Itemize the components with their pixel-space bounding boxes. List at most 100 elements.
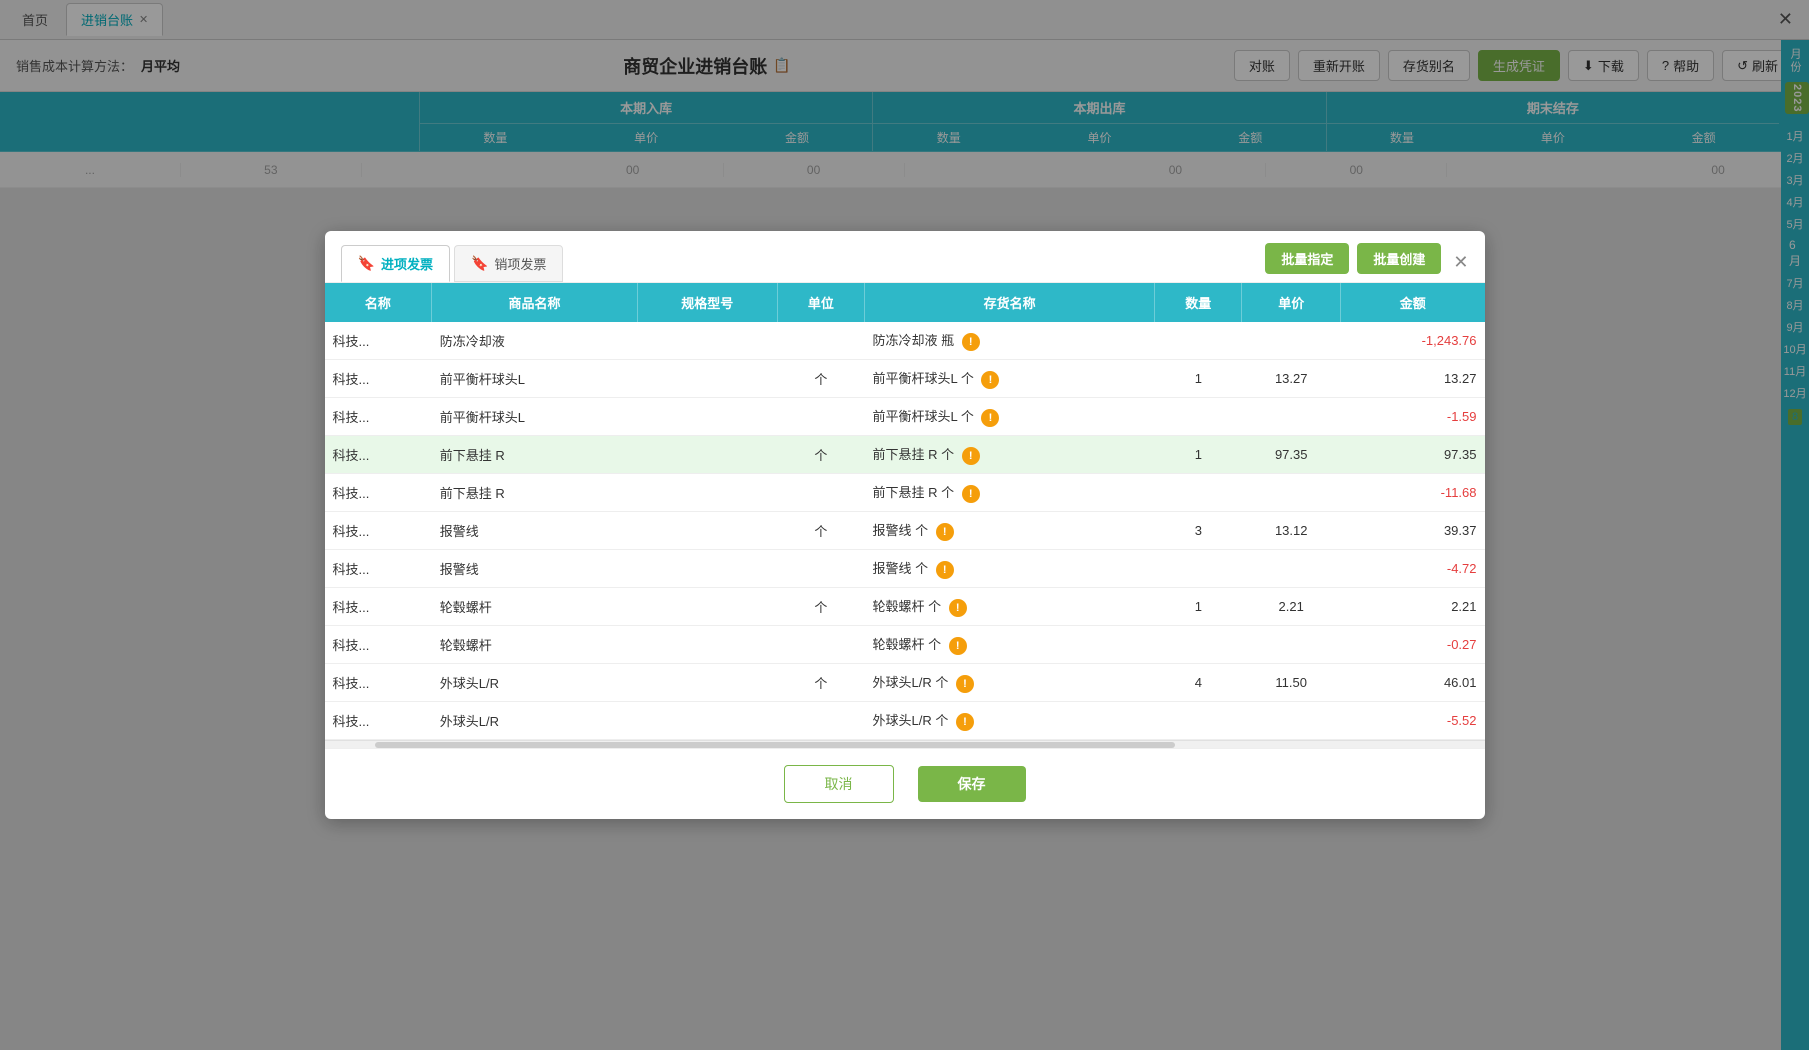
invoice-table: 名称 商品名称 规格型号 单位 存货名称 数量 单价 金额 科技... 防冻冷却…	[325, 283, 1485, 740]
col-header-product: 商品名称	[432, 283, 637, 322]
modal-header-actions: 批量指定 批量创建	[1265, 243, 1441, 282]
cell-unit-10	[777, 702, 864, 740]
cell-inventory-10: 外球头L/R 个 !	[865, 702, 1155, 740]
scrollbar-thumb[interactable]	[375, 742, 1175, 748]
cell-name-6: 科技...	[325, 550, 432, 588]
warning-icon: !	[962, 447, 980, 465]
cell-inventory-5: 报警线 个 !	[865, 512, 1155, 550]
cell-name-10: 科技...	[325, 702, 432, 740]
cell-product-4: 前下悬挂 R	[432, 474, 637, 512]
cell-inventory-2: 前平衡杆球头L 个 !	[865, 398, 1155, 436]
batch-create-button[interactable]: 批量创建	[1357, 243, 1441, 274]
col-header-unit: 单位	[777, 283, 864, 322]
warning-icon: !	[949, 599, 967, 617]
cell-price-7: 2.21	[1242, 588, 1341, 626]
col-header-amount: 金额	[1340, 283, 1484, 322]
warning-icon: !	[981, 409, 999, 427]
cell-inventory-9: 外球头L/R 个 !	[865, 664, 1155, 702]
warning-icon: !	[962, 485, 980, 503]
table-row: 科技... 轮毂螺杆 轮毂螺杆 个 ! -0.27	[325, 626, 1485, 664]
cell-inventory-7: 轮毂螺杆 个 !	[865, 588, 1155, 626]
cell-product-10: 外球头L/R	[432, 702, 637, 740]
cell-unit-1: 个	[777, 360, 864, 398]
cell-amount-9: 46.01	[1340, 664, 1484, 702]
cell-unit-2	[777, 398, 864, 436]
cell-price-1: 13.27	[1242, 360, 1341, 398]
cell-qty-3: 1	[1155, 436, 1242, 474]
cell-price-8	[1242, 626, 1341, 664]
cell-product-7: 轮毂螺杆	[432, 588, 637, 626]
horizontal-scrollbar[interactable]	[325, 740, 1485, 748]
cell-spec-10	[637, 702, 777, 740]
cell-price-9: 11.50	[1242, 664, 1341, 702]
cell-unit-7: 个	[777, 588, 864, 626]
warning-icon: !	[956, 675, 974, 693]
warning-icon: !	[949, 637, 967, 655]
table-row: 科技... 轮毂螺杆 个 轮毂螺杆 个 ! 1 2.21 2.21	[325, 588, 1485, 626]
cell-product-5: 报警线	[432, 512, 637, 550]
modal-dialog: 🔖 进项发票 🔖 销项发票 批量指定 批量创建 ✕	[325, 231, 1485, 819]
cell-spec-7	[637, 588, 777, 626]
cell-inventory-1: 前平衡杆球头L 个 !	[865, 360, 1155, 398]
cell-qty-8	[1155, 626, 1242, 664]
cell-price-3: 97.35	[1242, 436, 1341, 474]
cell-inventory-0: 防冻冷却液 瓶 !	[865, 322, 1155, 360]
cell-name-3: 科技...	[325, 436, 432, 474]
modal-close-button[interactable]: ✕	[1453, 252, 1468, 273]
cell-name-7: 科技...	[325, 588, 432, 626]
cell-name-0: 科技...	[325, 322, 432, 360]
cell-name-5: 科技...	[325, 512, 432, 550]
cancel-button[interactable]: 取消	[784, 765, 894, 803]
modal-overlay: 🔖 进项发票 🔖 销项发票 批量指定 批量创建 ✕	[0, 0, 1809, 1050]
cell-amount-0: -1,243.76	[1340, 322, 1484, 360]
cell-product-0: 防冻冷却液	[432, 322, 637, 360]
cell-name-8: 科技...	[325, 626, 432, 664]
col-header-price: 单价	[1242, 283, 1341, 322]
purchase-tab-label: 进项发票	[381, 254, 433, 273]
cell-spec-2	[637, 398, 777, 436]
cell-amount-4: -11.68	[1340, 474, 1484, 512]
cell-inventory-6: 报警线 个 !	[865, 550, 1155, 588]
table-row: 科技... 外球头L/R 外球头L/R 个 ! -5.52	[325, 702, 1485, 740]
cell-price-10	[1242, 702, 1341, 740]
sales-tab-icon: 🔖	[471, 255, 488, 272]
save-button[interactable]: 保存	[918, 766, 1026, 802]
col-header-qty: 数量	[1155, 283, 1242, 322]
cell-inventory-3: 前下悬挂 R 个 !	[865, 436, 1155, 474]
cell-qty-9: 4	[1155, 664, 1242, 702]
cell-qty-10	[1155, 702, 1242, 740]
cell-spec-6	[637, 550, 777, 588]
cell-inventory-8: 轮毂螺杆 个 !	[865, 626, 1155, 664]
cell-amount-10: -5.52	[1340, 702, 1484, 740]
modal-header: 🔖 进项发票 🔖 销项发票 批量指定 批量创建 ✕	[325, 231, 1485, 283]
cell-qty-4	[1155, 474, 1242, 512]
cell-product-1: 前平衡杆球头L	[432, 360, 637, 398]
cell-inventory-4: 前下悬挂 R 个 !	[865, 474, 1155, 512]
cell-qty-0	[1155, 322, 1242, 360]
table-row: 科技... 外球头L/R 个 外球头L/R 个 ! 4 11.50 46.01	[325, 664, 1485, 702]
modal-tab-purchase[interactable]: 🔖 进项发票	[341, 245, 450, 282]
cell-spec-5	[637, 512, 777, 550]
cell-product-9: 外球头L/R	[432, 664, 637, 702]
warning-icon: !	[962, 333, 980, 351]
cell-amount-3: 97.35	[1340, 436, 1484, 474]
cell-spec-8	[637, 626, 777, 664]
table-row: 科技... 报警线 个 报警线 个 ! 3 13.12 39.37	[325, 512, 1485, 550]
cell-qty-6	[1155, 550, 1242, 588]
cell-price-5: 13.12	[1242, 512, 1341, 550]
cell-qty-5: 3	[1155, 512, 1242, 550]
table-row: 科技... 前平衡杆球头L 前平衡杆球头L 个 ! -1.59	[325, 398, 1485, 436]
col-header-name: 名称	[325, 283, 432, 322]
col-header-inventory: 存货名称	[865, 283, 1155, 322]
cell-spec-4	[637, 474, 777, 512]
cell-product-2: 前平衡杆球头L	[432, 398, 637, 436]
cell-name-2: 科技...	[325, 398, 432, 436]
batch-assign-button[interactable]: 批量指定	[1265, 243, 1349, 274]
cell-product-8: 轮毂螺杆	[432, 626, 637, 664]
cell-name-9: 科技...	[325, 664, 432, 702]
cell-qty-7: 1	[1155, 588, 1242, 626]
cell-unit-4	[777, 474, 864, 512]
cell-price-0	[1242, 322, 1341, 360]
modal-body: 名称 商品名称 规格型号 单位 存货名称 数量 单价 金额 科技... 防冻冷却…	[325, 283, 1485, 740]
modal-tab-sales[interactable]: 🔖 销项发票	[454, 245, 563, 282]
